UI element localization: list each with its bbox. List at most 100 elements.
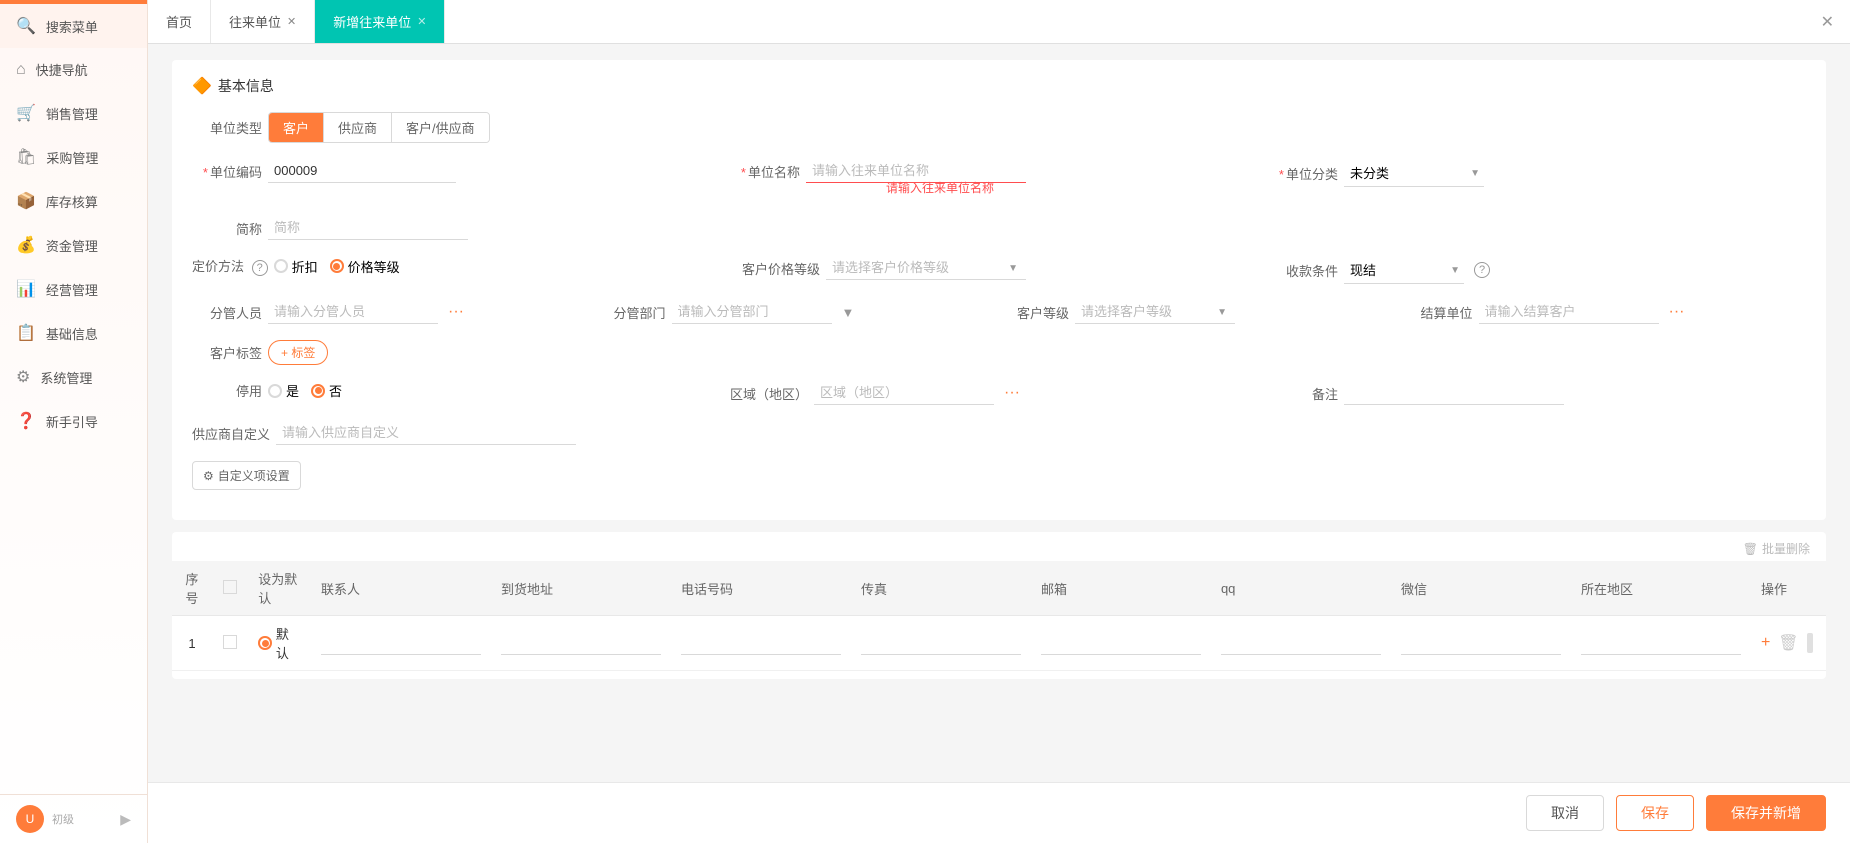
email-input[interactable]: [1041, 631, 1201, 655]
unit-type-field: 单位类型 客户 供应商 客户/供应商: [192, 112, 1806, 143]
type-btn-customer[interactable]: 客户: [269, 113, 323, 142]
sidebar-item-guide[interactable]: ❓ 新手引导: [0, 399, 147, 443]
custom-setting-button[interactable]: ⚙ 自定义项设置: [192, 461, 301, 490]
tab-home[interactable]: 首页: [148, 0, 211, 43]
tab-partners-label: 往来单位: [229, 12, 281, 31]
add-tag-button[interactable]: + 标签: [268, 340, 328, 365]
save-button[interactable]: 保存: [1616, 795, 1694, 831]
dept-input[interactable]: [672, 300, 832, 324]
disable-yes-label: 是: [286, 381, 299, 400]
home-icon: ⌂: [16, 61, 26, 79]
sidebar-item-system[interactable]: ⚙ 系统管理: [0, 355, 147, 399]
price-level-input[interactable]: [826, 256, 1026, 280]
save-new-button[interactable]: 保存并新增: [1706, 795, 1826, 831]
remark-input[interactable]: [1344, 381, 1564, 405]
batch-delete-label: 批量删除: [1762, 540, 1810, 557]
remark-label: 备注: [1268, 384, 1338, 403]
tag-btn-label: + 标签: [281, 344, 315, 361]
row-default-radio[interactable]: 默认: [258, 624, 301, 662]
close-all-tabs[interactable]: ✕: [1805, 12, 1850, 32]
disable-radio-yes[interactable]: 是: [268, 381, 299, 400]
tab-new-partner[interactable]: 新增往来单位 ✕: [315, 0, 445, 43]
settlement-more-btn[interactable]: ···: [1665, 303, 1689, 321]
area-more-btn[interactable]: ···: [1000, 384, 1024, 402]
code-input[interactable]: [268, 159, 456, 183]
sidebar-item-inventory[interactable]: 📦 库存核算: [0, 179, 147, 223]
fax-input[interactable]: [861, 631, 1021, 655]
customer-level-field: 客户等级 ▼: [999, 300, 1403, 324]
settlement-input[interactable]: [1479, 300, 1659, 324]
type-btn-supplier[interactable]: 供应商: [323, 113, 391, 142]
delete-row-icon[interactable]: 🗑: [1778, 633, 1798, 653]
custom-setting-label: 自定义项设置: [218, 467, 290, 484]
sidebar-item-basic[interactable]: 📋 基础信息: [0, 311, 147, 355]
price-level-select-wrapper[interactable]: ▼: [826, 256, 1026, 280]
sidebar-item-search-label: 搜索菜单: [46, 17, 98, 36]
sidebar-item-guide-label: 新手引导: [46, 412, 98, 431]
cancel-button[interactable]: 取消: [1526, 795, 1604, 831]
payment-label: 收款条件: [1268, 261, 1338, 280]
code-field: *单位编码: [192, 159, 730, 183]
row-area: [1571, 616, 1751, 671]
sidebar-item-quick-nav[interactable]: ⌂ 快捷导航: [0, 48, 147, 91]
short-name-label: 简称: [192, 219, 262, 238]
add-row-icon[interactable]: +: [1761, 634, 1770, 652]
sidebar-item-finance[interactable]: 💰 资金管理: [0, 223, 147, 267]
discount-radio-circle: [274, 259, 288, 273]
gear-icon: ⚙: [16, 367, 30, 387]
content-area: 🔶 基本信息 单位类型 客户 供应商 客户/供应商 *单位: [148, 44, 1850, 782]
row-address: [491, 616, 671, 671]
drag-handle[interactable]: [1807, 633, 1813, 653]
sidebar-item-quick-nav-label: 快捷导航: [36, 60, 88, 79]
payment-help-icon[interactable]: ?: [1474, 262, 1490, 278]
short-name-input[interactable]: [268, 216, 468, 240]
contact-input[interactable]: [321, 631, 481, 655]
pricing-radio-discount[interactable]: 折扣: [274, 257, 318, 276]
sidebar-bottom: U 初级 ▶: [0, 794, 147, 843]
settlement-label: 结算单位: [1403, 303, 1473, 322]
user-level: 初级: [52, 811, 74, 827]
supplier-custom-input[interactable]: [276, 421, 576, 445]
disable-field: 停用 是 否: [192, 381, 730, 400]
manager-input[interactable]: [268, 300, 438, 324]
sidebar-item-system-label: 系统管理: [40, 368, 92, 387]
unit-type-label: 单位类型: [192, 118, 262, 137]
type-btn-both[interactable]: 客户/供应商: [391, 113, 489, 142]
qq-input[interactable]: [1221, 631, 1381, 655]
area-input[interactable]: [814, 381, 994, 405]
row-action: + 🗑: [1751, 616, 1826, 671]
wechat-input[interactable]: [1401, 631, 1561, 655]
price-level-label: 价格等级: [348, 257, 400, 276]
batch-delete-button[interactable]: 🗑 批量删除: [1743, 540, 1810, 557]
table-actions: 🗑 批量删除: [172, 532, 1826, 561]
row-area-input[interactable]: [1581, 631, 1741, 655]
pricing-radio-price-level[interactable]: 价格等级: [330, 257, 400, 276]
row-checkbox[interactable]: [223, 635, 237, 649]
address-input[interactable]: [501, 631, 661, 655]
header-checkbox[interactable]: [223, 580, 237, 594]
batch-delete-icon: 🗑: [1743, 542, 1758, 556]
tab-new-partner-close[interactable]: ✕: [417, 15, 426, 28]
pricing-help-icon[interactable]: ?: [252, 260, 268, 276]
avatar: U: [16, 805, 44, 833]
phone-input[interactable]: [681, 631, 841, 655]
tab-partners-close[interactable]: ✕: [287, 15, 296, 28]
sidebar-item-purchase[interactable]: 🛍 采购管理: [0, 135, 147, 179]
tab-home-label: 首页: [166, 12, 192, 31]
manager-more-btn[interactable]: ···: [444, 303, 468, 321]
sidebar-item-sales[interactable]: 🛒 销售管理: [0, 91, 147, 135]
cart-icon: 🛒: [16, 103, 36, 123]
tab-partners[interactable]: 往来单位 ✕: [211, 0, 315, 43]
sidebar-expand-icon[interactable]: ▶: [120, 811, 131, 828]
default-label: 默认: [276, 624, 301, 662]
customer-level-input[interactable]: [1075, 300, 1235, 324]
footer: 取消 保存 保存并新增: [148, 782, 1850, 843]
payment-value: 现结: [1344, 256, 1464, 284]
remark-field: 备注: [1268, 381, 1806, 405]
disable-radio-no[interactable]: 否: [311, 381, 342, 400]
bag-icon: 🛍: [16, 147, 36, 167]
sidebar-item-operations[interactable]: 📊 经营管理: [0, 267, 147, 311]
list-icon: 📋: [16, 323, 36, 343]
area-field: 区域（地区） ···: [730, 381, 1268, 405]
sidebar-item-search[interactable]: 🔍 搜索菜单: [0, 4, 147, 48]
